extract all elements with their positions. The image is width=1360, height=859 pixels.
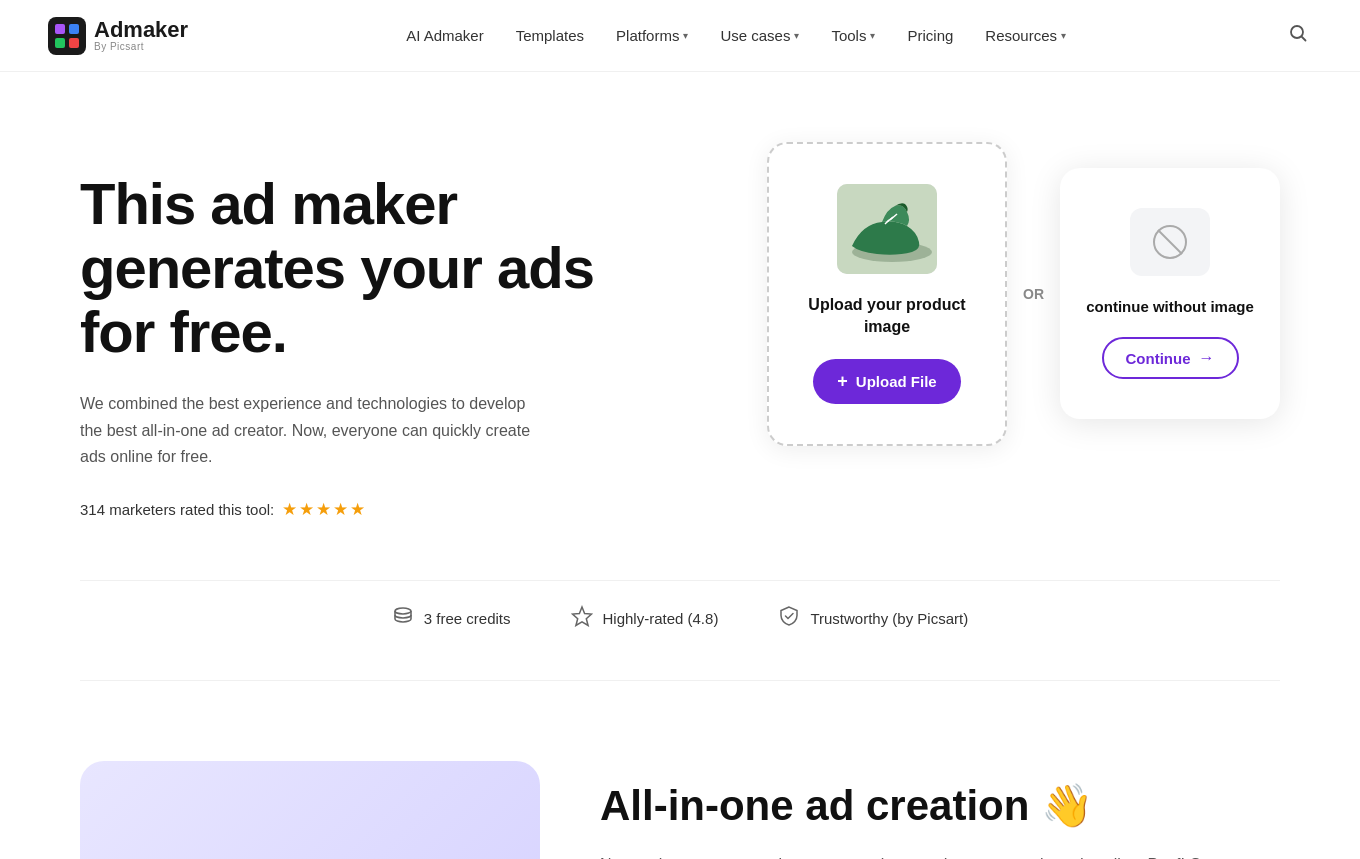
shoe-image (837, 184, 937, 274)
nav-templates[interactable]: Templates (516, 27, 584, 44)
upload-card: Upload your product image + Upload File (767, 142, 1007, 446)
svg-line-12 (1158, 230, 1182, 254)
svg-rect-4 (69, 38, 79, 48)
nav-platforms[interactable]: Platforms ▾ (616, 27, 688, 44)
nav-pricing[interactable]: Pricing (907, 27, 953, 44)
logo-brand: Admaker (94, 19, 188, 41)
chevron-down-icon: ▾ (683, 30, 688, 41)
nav-ai-admaker[interactable]: AI Admaker (406, 27, 484, 44)
svg-point-5 (1291, 26, 1303, 38)
upload-file-button[interactable]: + Upload File (813, 359, 960, 404)
star-4: ★ (333, 499, 348, 520)
nav-use-cases[interactable]: Use cases ▾ (720, 27, 799, 44)
hero-right: Upload your product image + Upload File … (767, 142, 1280, 446)
hero-section: This ad maker generates your ads for fre… (0, 72, 1360, 580)
rating-label: 314 marketers rated this tool: (80, 501, 274, 518)
stack-icon (392, 605, 414, 632)
arrow-right-icon: → (1199, 349, 1215, 367)
product-image-preview (837, 184, 937, 274)
search-icon[interactable] (1284, 19, 1312, 52)
hero-left: This ad maker generates your ads for fre… (80, 152, 640, 520)
section2-visual (80, 761, 540, 859)
chevron-down-icon: ▾ (1061, 30, 1066, 41)
svg-marker-14 (572, 607, 591, 626)
or-divider: OR (1007, 286, 1060, 302)
no-image-icon (1130, 208, 1210, 276)
star-2: ★ (299, 499, 314, 520)
continue-card-title: continue without image (1086, 296, 1254, 317)
chevron-down-icon: ▾ (794, 30, 799, 41)
star-1: ★ (282, 499, 297, 520)
badge-trustworthy: Trustworthy (by Picsart) (778, 605, 968, 632)
star-5: ★ (350, 499, 365, 520)
shield-icon (778, 605, 800, 632)
star-3: ★ (316, 499, 331, 520)
star-badge-icon (571, 605, 593, 632)
section2-description: Now, truly, everyone can become a market… (600, 851, 1280, 859)
main-nav: AI Admaker Templates Platforms ▾ Use cas… (406, 27, 1066, 44)
badge-highly-rated-label: Highly-rated (4.8) (603, 610, 719, 627)
continue-button[interactable]: Continue → (1102, 337, 1239, 379)
upload-card-title: Upload your product image (797, 294, 977, 339)
logo-icon (48, 17, 86, 55)
section2-title: All-in-one ad creation 👋 (600, 781, 1280, 831)
badges-row: 3 free credits Highly-rated (4.8) Trustw… (80, 580, 1280, 681)
continue-card: continue without image Continue → (1060, 168, 1280, 419)
logo[interactable]: Admaker By Picsart (48, 17, 188, 55)
badge-trustworthy-label: Trustworthy (by Picsart) (810, 610, 968, 627)
plus-icon: + (837, 371, 848, 392)
logo-sub: By Picsart (94, 41, 188, 52)
svg-rect-3 (55, 38, 65, 48)
header-right (1284, 19, 1312, 52)
nav-tools[interactable]: Tools ▾ (831, 27, 875, 44)
svg-rect-0 (48, 17, 86, 55)
nav-resources[interactable]: Resources ▾ (985, 27, 1066, 44)
badge-free-credits: 3 free credits (392, 605, 511, 632)
badge-highly-rated: Highly-rated (4.8) (571, 605, 719, 632)
section2: All-in-one ad creation 👋 Now, truly, eve… (0, 681, 1360, 859)
svg-point-13 (395, 608, 411, 614)
hero-title: This ad maker generates your ads for fre… (80, 172, 640, 363)
svg-rect-2 (69, 24, 79, 34)
hero-description: We combined the best experience and tech… (80, 391, 540, 470)
star-rating: ★ ★ ★ ★ ★ (282, 499, 365, 520)
rating-row: 314 marketers rated this tool: ★ ★ ★ ★ ★ (80, 499, 640, 520)
badge-free-credits-label: 3 free credits (424, 610, 511, 627)
header: Admaker By Picsart AI Admaker Templates … (0, 0, 1360, 72)
section2-text: All-in-one ad creation 👋 Now, truly, eve… (600, 761, 1280, 859)
chevron-down-icon: ▾ (870, 30, 875, 41)
svg-rect-1 (55, 24, 65, 34)
